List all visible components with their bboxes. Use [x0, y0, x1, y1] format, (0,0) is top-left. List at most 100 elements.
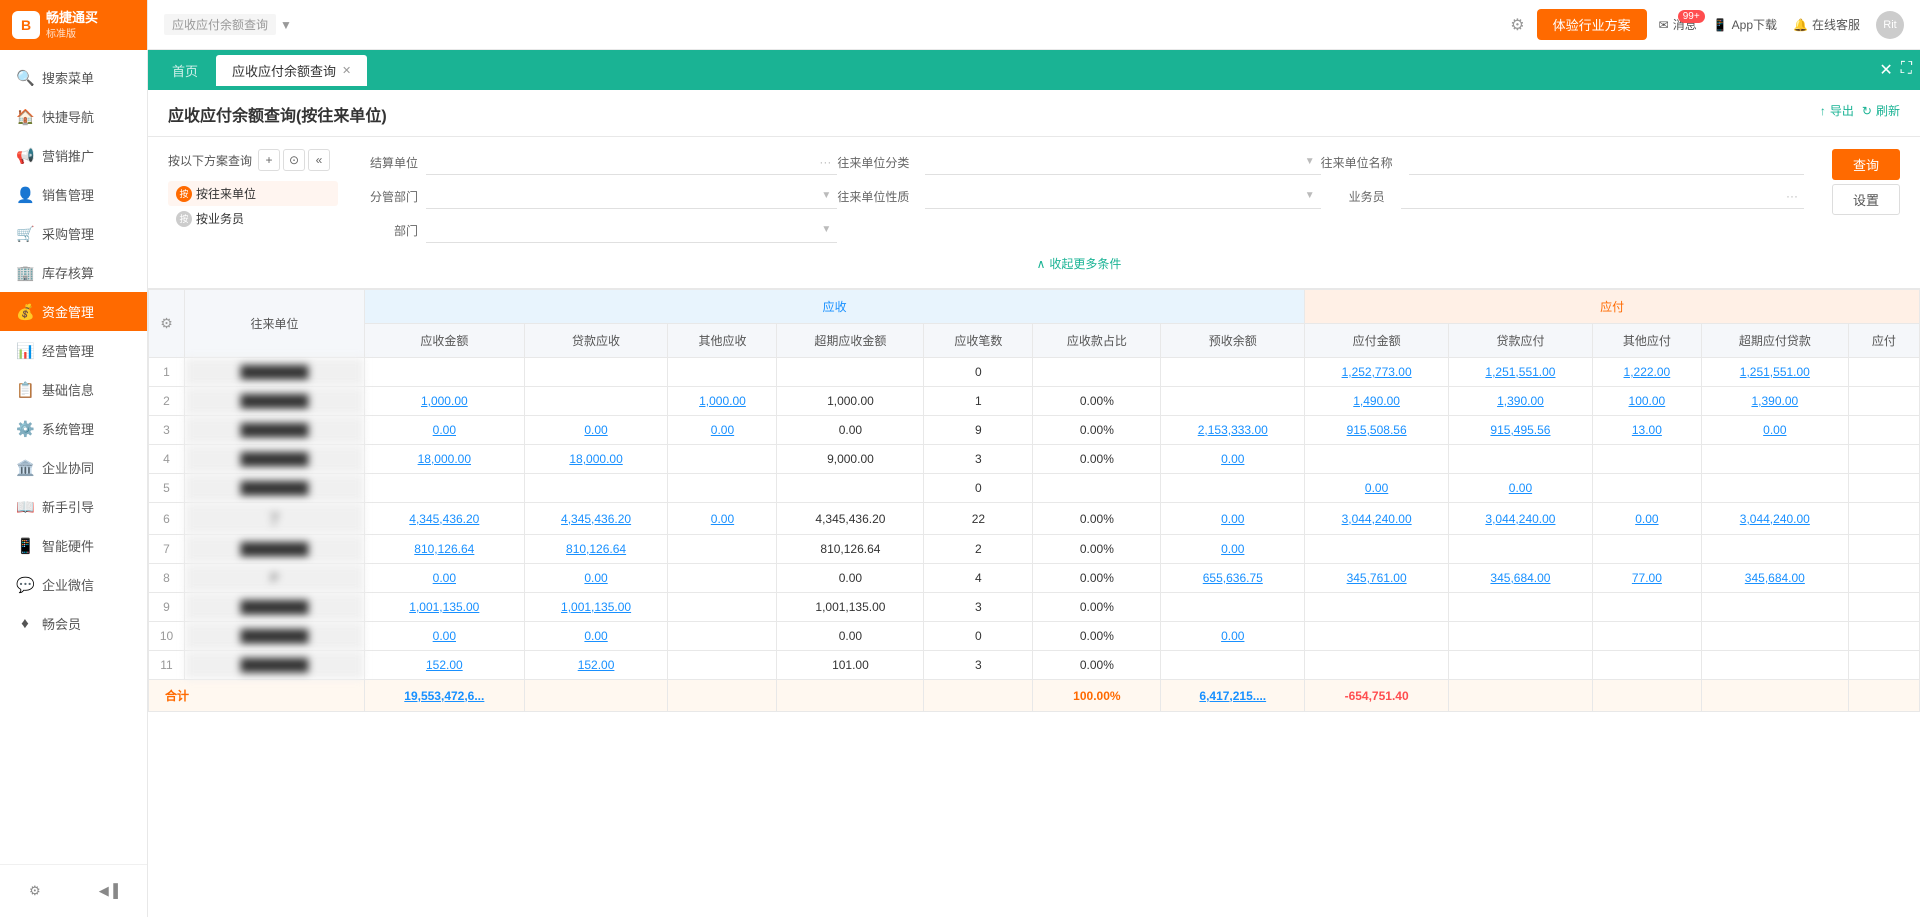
filter-scheme-label: 按以下方案查询 [168, 152, 252, 169]
filter-area: 按以下方案查询 + ⊙ « 按 按往来单位 按 按业务员 [148, 137, 1920, 289]
salesman-input[interactable]: ··· [1401, 183, 1804, 209]
query-button[interactable]: 查询 [1832, 149, 1900, 180]
tab-home[interactable]: 首页 [156, 55, 214, 86]
refresh-icon: ↻ [1862, 104, 1872, 118]
marketing-icon: 📢 [16, 147, 34, 165]
scheme-partner-icon: 按 [176, 186, 192, 202]
sidebar-item-finance[interactable]: 💰 资金管理 [0, 292, 147, 331]
filter-settlement-unit: 结算单位 ··· [354, 149, 837, 175]
sidebar-item-basic[interactable]: 📋 基础信息 [0, 370, 147, 409]
total-overdue-ar [777, 680, 924, 712]
add-scheme-btn[interactable]: + [258, 149, 280, 171]
total-ar-amount[interactable]: 19,553,472,6... [365, 680, 525, 712]
total-overdue-ap [1701, 680, 1848, 712]
table-row: 9████████1,001,135.001,001,135.001,001,1… [149, 593, 1920, 622]
refresh-button[interactable]: ↻ 刷新 [1862, 102, 1900, 119]
filter-scheme-panel: 按以下方案查询 + ⊙ « 按 按往来单位 按 按业务员 [168, 149, 338, 231]
total-label: 合计 [149, 680, 365, 712]
table-row: 1████████01,252,773.001,251,551.001,222.… [149, 358, 1920, 387]
message-btn[interactable]: ✉ 消息 99+ [1659, 16, 1697, 33]
col-ar-amount: 应收金额 [365, 324, 525, 358]
online-service-btn[interactable]: 🔔 在线客服 [1793, 16, 1860, 33]
sidebar-bottom: ⚙ ◀▐ [0, 864, 147, 917]
system-icon: ⚙️ [16, 420, 34, 438]
total-ar-count [924, 680, 1033, 712]
col-settings: ⚙ [149, 290, 185, 358]
total-row: 合计 19,553,472,6... 100.00% 6,417,215....… [149, 680, 1920, 712]
tab-maximize-icon[interactable]: ⛶ [1901, 60, 1912, 80]
total-prepay[interactable]: 6,417,215.... [1161, 680, 1305, 712]
topbar-gear-icon[interactable]: ⚙ [1510, 15, 1524, 35]
sidebar-item-purchase[interactable]: 🛒 采购管理 [0, 214, 147, 253]
purchase-icon: 🛒 [16, 225, 34, 243]
col-group-ap: 应付 [1305, 290, 1920, 324]
col-ar-ratio: 应收款占比 [1033, 324, 1161, 358]
breadcrumb-dropdown-icon[interactable]: ▼ [280, 18, 292, 32]
user-avatar[interactable]: Rit [1876, 11, 1904, 39]
sidebar-item-operation[interactable]: 📊 经营管理 [0, 331, 147, 370]
sidebar-item-sales[interactable]: 👤 销售管理 [0, 175, 147, 214]
department-input[interactable]: ▼ [426, 217, 837, 243]
tab-close-icon[interactable]: ✕ [342, 64, 351, 77]
setting-button[interactable]: 设置 [1832, 184, 1900, 215]
collapse-filter-btn[interactable]: ∧ 收起更多条件 [1033, 251, 1126, 276]
scheme-by-partner[interactable]: 按 按往来单位 [168, 181, 338, 206]
partner-nature-input[interactable]: ▼ [925, 183, 1320, 209]
col-overdue-ar: 超期应收金额 [777, 324, 924, 358]
col-partner: 往来单位 [185, 290, 365, 358]
edit-scheme-btn[interactable]: ⊙ [283, 149, 305, 171]
total-ar-ratio: 100.00% [1033, 680, 1161, 712]
settlement-unit-input[interactable]: ··· [426, 149, 837, 175]
sidebar-item-member[interactable]: ♦ 畅会员 [0, 604, 147, 643]
partner-category-input[interactable]: ▼ [925, 149, 1320, 175]
tab-ar-ap[interactable]: 应收应付余额查询 ✕ [216, 55, 367, 86]
table-area: ⚙ 往来单位 应收 应付 应收金额 贷款应收 其他应收 超期应收金额 应收笔数 … [148, 289, 1920, 917]
table-row: 3████████0.000.000.000.0090.00%2,153,333… [149, 416, 1920, 445]
app-download-btn[interactable]: 📱 App下载 [1713, 16, 1777, 33]
message-icon: ✉ [1659, 18, 1669, 32]
page-header: 应收应付余额查询(按往来单位) ↑ 导出 ↻ 刷新 [148, 90, 1920, 137]
guide-icon: 📖 [16, 498, 34, 516]
filter-fields-panel: 结算单位 ··· 往来单位分类 ▼ 往来单位名称 [354, 149, 1804, 276]
sidebar-item-quick-nav[interactable]: 🏠 快捷导航 [0, 97, 147, 136]
promo-button[interactable]: 体验行业方案 [1537, 9, 1647, 40]
sidebar: B 畅捷通买 标准版 🔍 搜索菜单 🏠 快捷导航 📢 营销推广 👤 销售管理 🛒… [0, 0, 148, 917]
filter-salesman: 业务员 ··· [1321, 183, 1804, 209]
col-prepay: 预收余额 [1161, 324, 1305, 358]
sidebar-item-inventory[interactable]: 🏢 库存核算 [0, 253, 147, 292]
partner-name-input[interactable] [1409, 149, 1804, 175]
filter-partner-name: 往来单位名称 [1321, 149, 1804, 175]
collapse-scheme-btn[interactable]: « [308, 149, 330, 171]
table-row: 5████████00.000.00 [149, 474, 1920, 503]
sidebar-item-system[interactable]: ⚙️ 系统管理 [0, 409, 147, 448]
sidebar-settings-btn[interactable]: ⚙ [17, 875, 53, 907]
dept-manager-input[interactable]: ▼ [426, 183, 837, 209]
sidebar-item-marketing[interactable]: 📢 营销推广 [0, 136, 147, 175]
breadcrumb: 应收应付余额查询 ▼ [164, 14, 1498, 35]
total-loan-ap [1449, 680, 1593, 712]
table-settings-icon[interactable]: ⚙ [160, 315, 173, 331]
sidebar-item-corp[interactable]: 🏛️ 企业协同 [0, 448, 147, 487]
table-row: 8P0.000.000.0040.00%655,636.75345,761.00… [149, 564, 1920, 593]
total-other-ar [668, 680, 777, 712]
finance-icon: 💰 [16, 303, 34, 321]
sidebar-logo: B 畅捷通买 标准版 [0, 0, 147, 50]
total-other-ap [1592, 680, 1701, 712]
table-row: 7████████810,126.64810,126.64810,126.642… [149, 535, 1920, 564]
sidebar-item-wechat[interactable]: 💬 企业微信 [0, 565, 147, 604]
col-other-ap: 其他应付 [1592, 324, 1701, 358]
tab-close-all-icon[interactable]: ✕ [1879, 60, 1892, 80]
sidebar-item-guide[interactable]: 📖 新手引导 [0, 487, 147, 526]
sidebar-item-hardware[interactable]: 📱 智能硬件 [0, 526, 147, 565]
page-content: 应收应付余额查询(按往来单位) ↑ 导出 ↻ 刷新 按以下方案查询 [148, 90, 1920, 917]
corp-icon: 🏛️ [16, 459, 34, 477]
tabbar-actions: ✕ ⛶ [1879, 60, 1912, 80]
col-ap-amount: 应付金额 [1305, 324, 1449, 358]
sidebar-collapse-btn[interactable]: ◀▐ [87, 875, 130, 907]
export-button[interactable]: ↑ 导出 [1820, 102, 1854, 119]
scheme-by-salesman[interactable]: 按 按业务员 [168, 206, 338, 231]
topbar-right: ✉ 消息 99+ 📱 App下载 🔔 在线客服 Rit [1659, 11, 1904, 39]
sidebar-item-search-menu[interactable]: 🔍 搜索菜单 [0, 58, 147, 97]
wechat-icon: 💬 [16, 576, 34, 594]
service-icon: 🔔 [1793, 18, 1808, 32]
